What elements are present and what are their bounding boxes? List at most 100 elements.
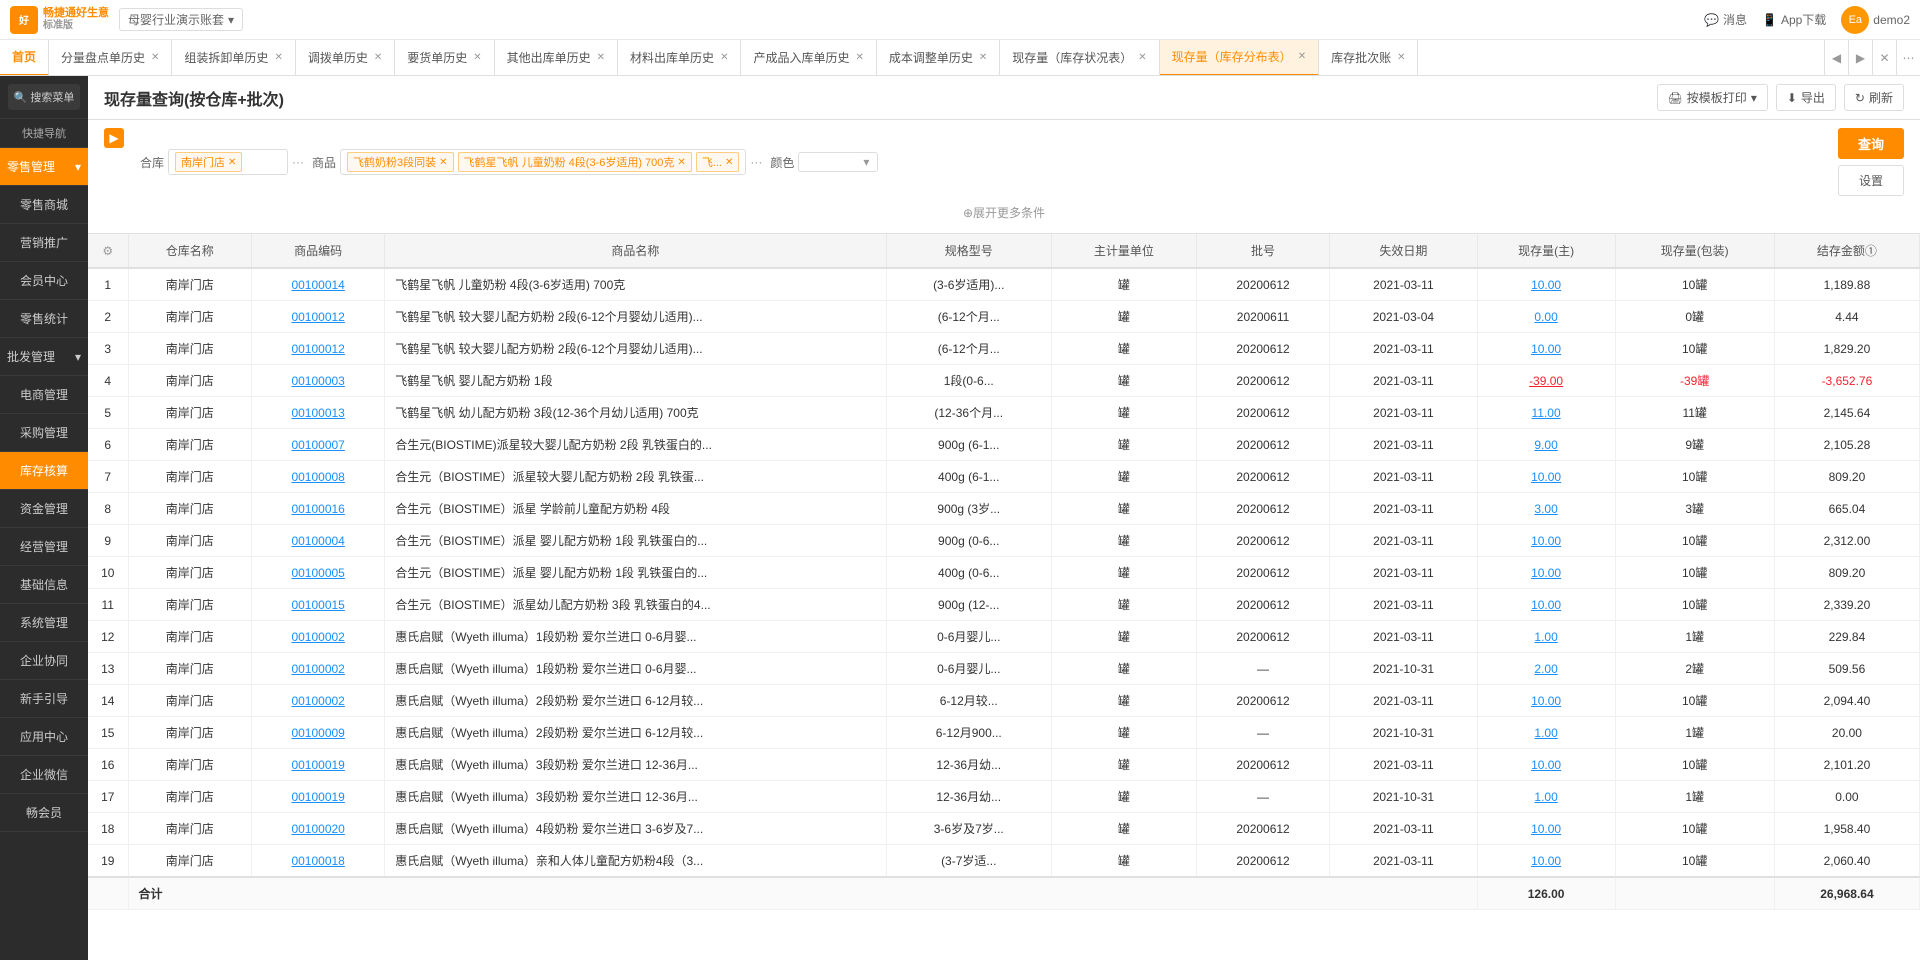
- close-icon[interactable]: ✕: [1397, 52, 1405, 63]
- cell-code[interactable]: 00100002: [252, 621, 385, 653]
- sidebar-item-enterprise-coop[interactable]: 企业协同: [0, 642, 88, 680]
- sidebar-item-finance[interactable]: 资金管理: [0, 490, 88, 528]
- tab-stock-status[interactable]: 现存量（库存状况表）✕: [1000, 40, 1159, 76]
- sidebar-item-stock-check[interactable]: 库存核算: [0, 452, 88, 490]
- cell-stock-main[interactable]: 10.00: [1477, 685, 1615, 717]
- nav-left-arrow[interactable]: ◀: [1824, 40, 1848, 76]
- app-download-btn[interactable]: 📱 App下载: [1762, 11, 1826, 28]
- sidebar-item-sys-mgmt[interactable]: 系统管理: [0, 604, 88, 642]
- tab-product-in[interactable]: 产成品入库单历史 ✕: [741, 40, 876, 76]
- cell-code[interactable]: 00100020: [252, 813, 385, 845]
- expand-more-btn[interactable]: ⊕ 展开更多条件: [104, 200, 1904, 225]
- cell-stock-main[interactable]: 11.00: [1477, 397, 1615, 429]
- sidebar-item-app-center[interactable]: 应用中心: [0, 718, 88, 756]
- cell-code[interactable]: 00100007: [252, 429, 385, 461]
- cell-code[interactable]: 00100012: [252, 333, 385, 365]
- close-icon[interactable]: ✕: [597, 52, 605, 63]
- cell-code[interactable]: 00100013: [252, 397, 385, 429]
- cell-code[interactable]: 00100015: [252, 589, 385, 621]
- cell-code[interactable]: 00100003: [252, 365, 385, 397]
- cell-stock-main[interactable]: 10.00: [1477, 749, 1615, 781]
- warehouse-tag-close[interactable]: ✕: [228, 157, 236, 168]
- sidebar-item-basic-info[interactable]: 基础信息: [0, 566, 88, 604]
- nav-right-arrow[interactable]: ▶: [1848, 40, 1872, 76]
- cell-stock-main[interactable]: 0.00: [1477, 301, 1615, 333]
- cell-code[interactable]: 00100002: [252, 685, 385, 717]
- tab-material-out[interactable]: 材料出库单历史 ✕: [618, 40, 741, 76]
- close-icon[interactable]: ✕: [1298, 51, 1306, 62]
- cell-code[interactable]: 00100018: [252, 845, 385, 878]
- nav-close-all[interactable]: ✕: [1872, 40, 1896, 76]
- product-filter-dots[interactable]: ···: [750, 155, 762, 169]
- cell-stock-main[interactable]: 1.00: [1477, 621, 1615, 653]
- cell-code[interactable]: 00100012: [252, 301, 385, 333]
- cell-stock-main[interactable]: 10.00: [1477, 845, 1615, 878]
- sidebar-item-vip-member[interactable]: 畅会员: [0, 794, 88, 832]
- tab-adjust[interactable]: 调拨单历史 ✕: [296, 40, 395, 76]
- message-btn[interactable]: 💬 消息: [1704, 11, 1747, 28]
- sidebar-item-member[interactable]: 会员中心: [0, 262, 88, 300]
- cell-stock-main[interactable]: 10.00: [1477, 589, 1615, 621]
- product-tag-1-close[interactable]: ✕: [439, 157, 447, 168]
- query-btn[interactable]: 查询: [1838, 128, 1904, 159]
- cell-code[interactable]: 00100016: [252, 493, 385, 525]
- sidebar-item-marketing[interactable]: 营销推广: [0, 224, 88, 262]
- sidebar-item-purchase[interactable]: 采购管理: [0, 414, 88, 452]
- nav-expand[interactable]: ⋯: [1896, 40, 1920, 76]
- cell-code[interactable]: 00100002: [252, 653, 385, 685]
- cell-stock-main[interactable]: 1.00: [1477, 781, 1615, 813]
- company-select[interactable]: 母婴行业演示账套 ▾: [119, 8, 243, 31]
- cell-stock-main[interactable]: 10.00: [1477, 268, 1615, 301]
- close-icon[interactable]: ✕: [473, 52, 481, 63]
- cell-stock-main[interactable]: -39.00: [1477, 365, 1615, 397]
- cell-code[interactable]: 00100005: [252, 557, 385, 589]
- tab-home[interactable]: 首页: [0, 40, 49, 76]
- sidebar-item-new-guide[interactable]: 新手引导: [0, 680, 88, 718]
- warehouse-filter-dots[interactable]: ···: [292, 155, 304, 169]
- cell-stock-main[interactable]: 9.00: [1477, 429, 1615, 461]
- close-icon[interactable]: ✕: [979, 52, 987, 63]
- cell-code[interactable]: 00100004: [252, 525, 385, 557]
- close-icon[interactable]: ✕: [855, 52, 863, 63]
- settings-icon[interactable]: ⚙: [100, 243, 116, 259]
- cell-code[interactable]: 00100009: [252, 717, 385, 749]
- search-menu-btn[interactable]: 🔍 搜索菜单: [8, 84, 80, 110]
- close-icon[interactable]: ✕: [151, 52, 159, 63]
- sidebar-search[interactable]: 🔍 搜索菜单: [0, 76, 88, 119]
- close-icon[interactable]: ✕: [720, 52, 728, 63]
- tab-cost-adjust[interactable]: 成本调整单历史 ✕: [877, 40, 1000, 76]
- tab-split-inventory[interactable]: 分量盘点单历史 ✕: [49, 40, 172, 76]
- tab-stock-dist[interactable]: 现存量（库存分布表）✕: [1160, 40, 1319, 76]
- cell-stock-main[interactable]: 10.00: [1477, 333, 1615, 365]
- tab-disassemble[interactable]: 组装拆卸单历史 ✕: [172, 40, 295, 76]
- cell-stock-main[interactable]: 1.00: [1477, 717, 1615, 749]
- tab-requisition[interactable]: 要货单历史 ✕: [395, 40, 494, 76]
- export-btn[interactable]: ⬇ 导出: [1776, 84, 1836, 111]
- setting-btn[interactable]: 设置: [1838, 165, 1904, 196]
- cell-code[interactable]: 00100019: [252, 749, 385, 781]
- close-icon[interactable]: ✕: [374, 52, 382, 63]
- cell-stock-main[interactable]: 10.00: [1477, 461, 1615, 493]
- cell-stock-main[interactable]: 3.00: [1477, 493, 1615, 525]
- user-area[interactable]: Ea demo2: [1841, 6, 1910, 34]
- product-tag-3-close[interactable]: ✕: [725, 157, 733, 168]
- sidebar-item-ecommerce[interactable]: 电商管理: [0, 376, 88, 414]
- sidebar-item-ops[interactable]: 经营管理: [0, 528, 88, 566]
- sidebar-quick-nav[interactable]: 快捷导航: [0, 119, 88, 148]
- cell-stock-main[interactable]: 10.00: [1477, 557, 1615, 589]
- sidebar-item-retail-mall[interactable]: 零售商城: [0, 186, 88, 224]
- print-btn[interactable]: 🖨 按模板打印 ▾: [1657, 84, 1768, 111]
- refresh-btn[interactable]: ↻ 刷新: [1844, 84, 1904, 111]
- sidebar-item-wholesale[interactable]: 批发管理 ▾: [0, 338, 88, 376]
- tab-batch-ledger[interactable]: 库存批次账 ✕: [1319, 40, 1418, 76]
- close-icon[interactable]: ✕: [274, 52, 282, 63]
- warehouse-tag-container[interactable]: 南岸门店 ✕: [168, 149, 288, 175]
- sidebar-item-retail-stats[interactable]: 零售统计: [0, 300, 88, 338]
- cell-stock-main[interactable]: 10.00: [1477, 813, 1615, 845]
- product-tag-2-close[interactable]: ✕: [677, 157, 685, 168]
- sidebar-item-enterprise-wechat[interactable]: 企业微信: [0, 756, 88, 794]
- th-settings[interactable]: ⚙: [88, 234, 128, 268]
- close-icon[interactable]: ✕: [1138, 52, 1146, 63]
- cell-code[interactable]: 00100014: [252, 268, 385, 301]
- tab-other-out[interactable]: 其他出库单历史 ✕: [495, 40, 618, 76]
